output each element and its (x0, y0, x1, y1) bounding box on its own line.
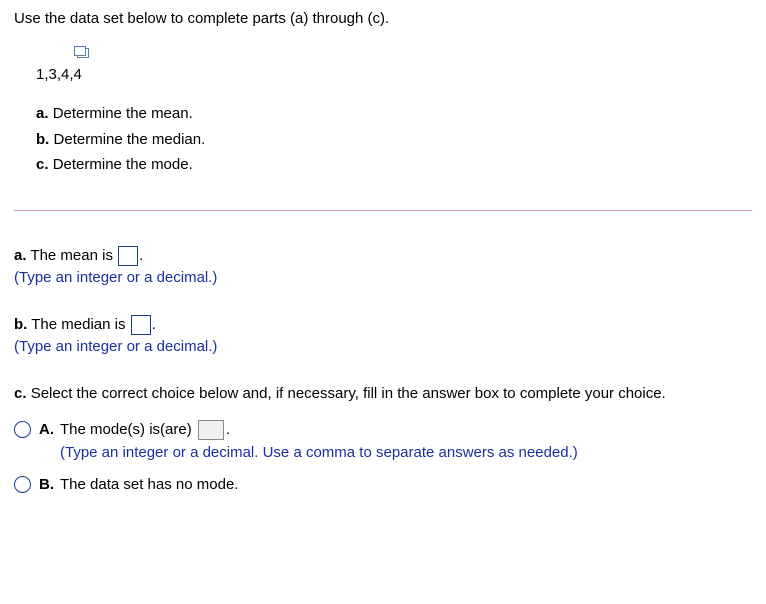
choice-a-before: The mode(s) is(are) (60, 421, 192, 438)
answer-b-block: b. The median is . (Type an integer or a… (14, 314, 752, 359)
answer-a-after: . (139, 247, 143, 264)
choice-a-label: A. (39, 419, 54, 442)
mean-input[interactable] (118, 246, 138, 266)
choice-a-hint: (Type an integer or a decimal. Use a com… (60, 442, 752, 465)
median-input[interactable] (131, 315, 151, 335)
answer-a-block: a. The mean is . (Type an integer or a d… (14, 245, 752, 290)
part-a: a. Determine the mean. (36, 101, 752, 127)
part-b-label: b. (36, 131, 49, 148)
choice-a-after: . (226, 421, 230, 438)
answer-b-label: b. (14, 316, 27, 333)
answer-b-before: The median is (31, 316, 125, 333)
part-b-text: Determine the median. (54, 131, 206, 148)
parts-list: a. Determine the mean. b. Determine the … (36, 101, 752, 178)
part-b: b. Determine the median. (36, 127, 752, 153)
dataset-values: 1,3,4,4 (36, 66, 752, 83)
answer-a-before: The mean is (30, 247, 113, 264)
choice-b-label: B. (39, 474, 54, 497)
part-c-label: c. (36, 156, 49, 173)
answer-b-hint: (Type an integer or a decimal.) (14, 336, 752, 359)
part-c-text: Determine the mode. (53, 156, 193, 173)
instructions-text: Use the data set below to complete parts… (14, 10, 752, 27)
answer-c-label: c. (14, 385, 27, 402)
choice-b-row: B. The data set has no mode. (14, 474, 752, 497)
part-a-text: Determine the mean. (53, 105, 193, 122)
part-c: c. Determine the mode. (36, 152, 752, 178)
part-a-label: a. (36, 105, 49, 122)
answer-a-hint: (Type an integer or a decimal.) (14, 267, 752, 290)
choice-b-text: The data set has no mode. (60, 476, 238, 493)
answer-c-text: Select the correct choice below and, if … (31, 385, 666, 402)
choice-a-row: A. The mode(s) is(are) . (Type an intege… (14, 419, 752, 464)
divider-line (14, 210, 752, 211)
answer-b-after: . (152, 316, 156, 333)
popup-icon[interactable] (74, 46, 88, 58)
mode-input[interactable] (198, 420, 224, 440)
answer-a-label: a. (14, 247, 27, 264)
answer-c-block: c. Select the correct choice below and, … (14, 383, 752, 497)
radio-choice-b[interactable] (14, 476, 31, 493)
radio-choice-a[interactable] (14, 421, 31, 438)
